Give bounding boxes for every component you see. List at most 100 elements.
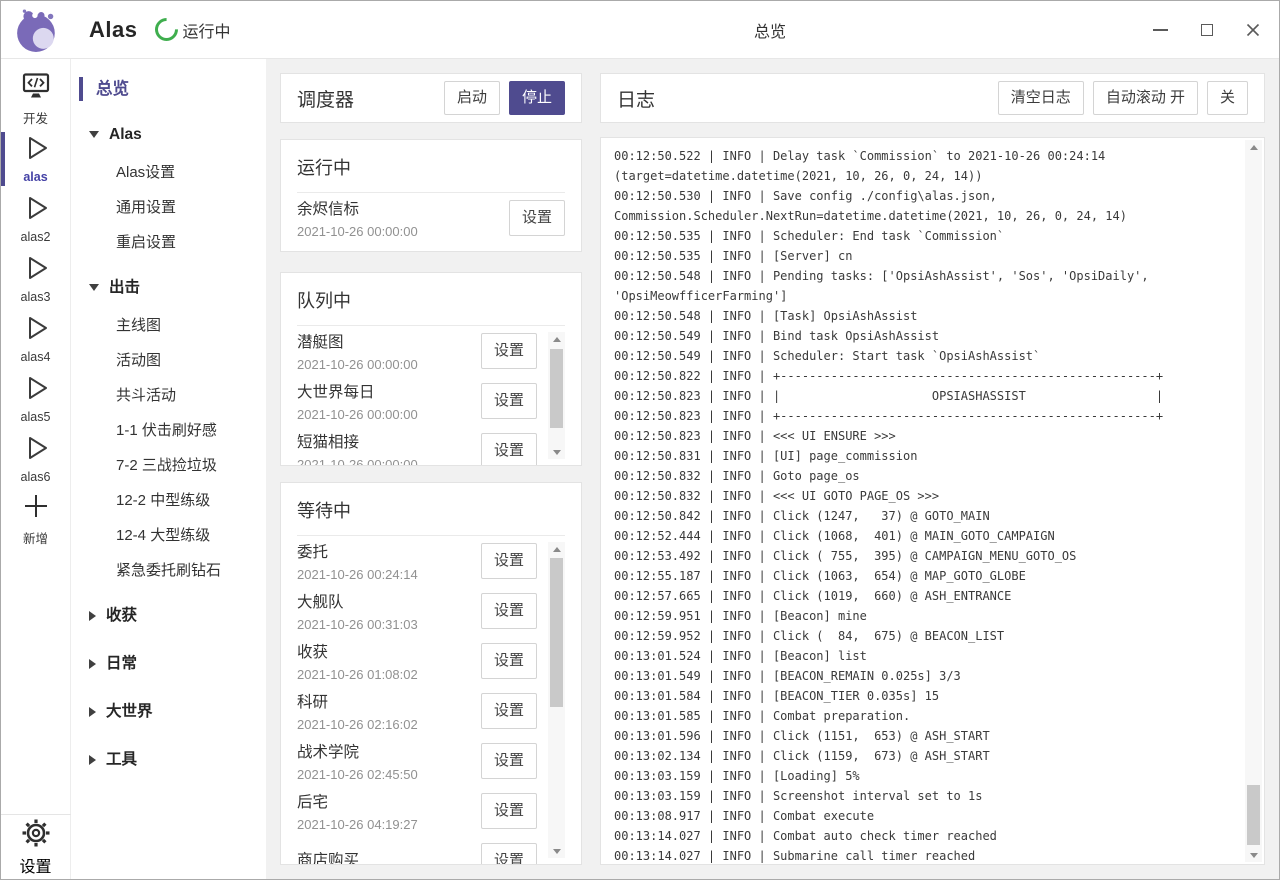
sidebar-item-alas3[interactable]: alas3: [1, 249, 71, 309]
plus-icon: [22, 492, 50, 525]
scrollbar-thumb[interactable]: [1247, 785, 1260, 845]
scroll-up-icon[interactable]: [548, 542, 565, 556]
status-text: 运行中: [182, 18, 230, 42]
autoscroll-off-button[interactable]: 关: [1207, 81, 1248, 115]
queued-scrollbar[interactable]: [548, 332, 565, 459]
stop-button[interactable]: 停止: [509, 81, 565, 115]
log-line: 00:13:01.585 | INFO | Combat preparation…: [614, 706, 1234, 726]
task-setting-button[interactable]: 设置: [481, 693, 537, 729]
task-next-run-time: 2021-10-26 01:08:02: [297, 667, 481, 682]
log-line: 00:12:59.952 | INFO | Click ( 84, 675) @…: [614, 626, 1234, 646]
scroll-down-icon[interactable]: [548, 844, 565, 858]
minimize-button[interactable]: [1152, 21, 1169, 38]
task-name: 潜艇图: [297, 330, 481, 352]
log-line: 00:13:03.159 | INFO | [Loading] 5%: [614, 766, 1234, 786]
nav-item-7-2 三战捡垃圾[interactable]: 7-2 三战捡垃圾: [116, 448, 266, 483]
scheduler-header-card: 调度器 启动 停止: [280, 73, 582, 123]
log-line: 00:13:14.027 | INFO | Submarine call tim…: [614, 846, 1234, 865]
task-setting-button[interactable]: 设置: [481, 843, 537, 864]
start-button[interactable]: 启动: [444, 81, 500, 115]
sidebar-item-label: alas: [23, 170, 47, 184]
nav-item-总览[interactable]: 总览: [79, 77, 266, 101]
play-icon: [22, 374, 50, 407]
task-next-run-time: 2021-10-26 02:16:02: [297, 717, 481, 732]
window-controls: [1152, 1, 1261, 58]
sidebar-item-alas6[interactable]: alas6: [1, 429, 71, 489]
instance-sidebar: 开发 alas alas2alas3alas4 alas5 alas6 新增 设置: [1, 59, 71, 879]
task-setting-button[interactable]: 设置: [481, 433, 537, 465]
nav-item-出击[interactable]: 出击: [89, 268, 266, 308]
task-name: 科研: [297, 690, 481, 712]
log-card: 00:12:50.522 | INFO | Delay task `Commis…: [600, 137, 1265, 865]
nav-item-活动图[interactable]: 活动图: [116, 343, 266, 378]
autoscroll-on-button[interactable]: 自动滚动 开: [1093, 81, 1198, 115]
scrollbar-thumb[interactable]: [550, 349, 563, 428]
log-line: 00:12:53.492 | INFO | Click ( 755, 395) …: [614, 546, 1234, 566]
sidebar-item-alas4[interactable]: alas4: [1, 309, 71, 369]
sidebar-item-settings[interactable]: 设置: [1, 815, 71, 879]
nav-item-12-2 中型练级[interactable]: 12-2 中型练级: [116, 483, 266, 518]
nav-item-紧急委托刷钻石[interactable]: 紧急委托刷钻石: [116, 553, 266, 588]
scrollbar-thumb[interactable]: [550, 558, 563, 707]
log-header-card: 日志 清空日志 自动滚动 开 关: [600, 73, 1265, 123]
task-setting-button[interactable]: 设置: [481, 543, 537, 579]
nav-item-通用设置[interactable]: 通用设置: [116, 190, 266, 225]
maximize-button[interactable]: [1198, 21, 1215, 38]
task-row: 短猫相接2021-10-26 00:00:00设置: [297, 426, 537, 465]
task-name: 收获: [297, 640, 481, 662]
log-line: Commission.Scheduler.NextRun=datetime.da…: [614, 206, 1234, 226]
maximize-icon: [1201, 24, 1213, 36]
close-button[interactable]: [1244, 21, 1261, 38]
app-name: Alas: [89, 17, 137, 43]
waiting-title: 等待中: [297, 491, 565, 536]
task-setting-button[interactable]: 设置: [481, 743, 537, 779]
task-setting-button[interactable]: 设置: [481, 333, 537, 369]
sidebar-item-dev[interactable]: 开发: [1, 69, 71, 129]
task-name: 委托: [297, 540, 481, 562]
scroll-down-icon[interactable]: [1245, 848, 1262, 862]
close-icon: [1245, 22, 1261, 38]
nav-item-12-4 大型练级[interactable]: 12-4 大型练级: [116, 518, 266, 553]
task-info: 科研 2021-10-26 02:16:02: [297, 690, 481, 732]
scroll-up-icon[interactable]: [548, 332, 565, 346]
nav-item-日常[interactable]: 日常: [89, 644, 266, 684]
nav-item-主线图[interactable]: 主线图: [116, 308, 266, 343]
sidebar-item-add[interactable]: 新增: [1, 489, 71, 549]
sidebar-item-alas2[interactable]: alas2: [1, 189, 71, 249]
sidebar-item-label: alas6: [21, 470, 51, 484]
nav-item-Alas设置[interactable]: Alas设置: [116, 155, 266, 190]
task-row: 商店购买设置: [297, 836, 537, 864]
titlebar: Alas 运行中 总览: [1, 1, 1279, 59]
log-scrollbar[interactable]: [1245, 140, 1262, 862]
clear-log-button[interactable]: 清空日志: [998, 81, 1084, 115]
nav-item-1-1 伏击刷好感[interactable]: 1-1 伏击刷好感: [116, 413, 266, 448]
scroll-down-icon[interactable]: [548, 445, 565, 459]
waiting-card: 等待中 委托2021-10-26 00:24:14设置大舰队2021-10-26…: [280, 482, 582, 865]
log-line: 00:12:50.535 | INFO | [Server] cn: [614, 246, 1234, 266]
nav-item-收获[interactable]: 收获: [89, 596, 266, 636]
sidebar-item-label: alas5: [21, 410, 51, 424]
task-setting-button[interactable]: 设置: [481, 643, 537, 679]
play-icon: [22, 314, 50, 347]
alas-logo-icon: [15, 7, 59, 53]
waiting-scrollbar[interactable]: [548, 542, 565, 858]
sidebar-item-alas[interactable]: alas: [1, 129, 71, 189]
task-setting-button[interactable]: 设置: [481, 593, 537, 629]
task-row: 大舰队2021-10-26 00:31:03设置: [297, 586, 537, 636]
log-line: 00:13:03.159 | INFO | Screenshot interva…: [614, 786, 1234, 806]
nav-item-工具[interactable]: 工具: [89, 740, 266, 780]
task-name: 大舰队: [297, 590, 481, 612]
nav-item-Alas[interactable]: Alas: [89, 115, 266, 155]
task-info: 潜艇图 2021-10-26 00:00:00: [297, 330, 481, 372]
play-icon: [22, 434, 50, 467]
task-setting-button[interactable]: 设置: [481, 383, 537, 419]
nav-item-共斗活动[interactable]: 共斗活动: [116, 378, 266, 413]
task-setting-button[interactable]: 设置: [481, 793, 537, 829]
sidebar-item-alas5[interactable]: alas5: [1, 369, 71, 429]
task-setting-button[interactable]: 设置: [509, 200, 565, 236]
log-line: 00:12:57.665 | INFO | Click (1019, 660) …: [614, 586, 1234, 606]
scroll-up-icon[interactable]: [1245, 140, 1262, 154]
nav-item-大世界[interactable]: 大世界: [89, 692, 266, 732]
task-next-run-time: 2021-10-26 00:00:00: [297, 357, 481, 372]
nav-item-重启设置[interactable]: 重启设置: [116, 225, 266, 260]
